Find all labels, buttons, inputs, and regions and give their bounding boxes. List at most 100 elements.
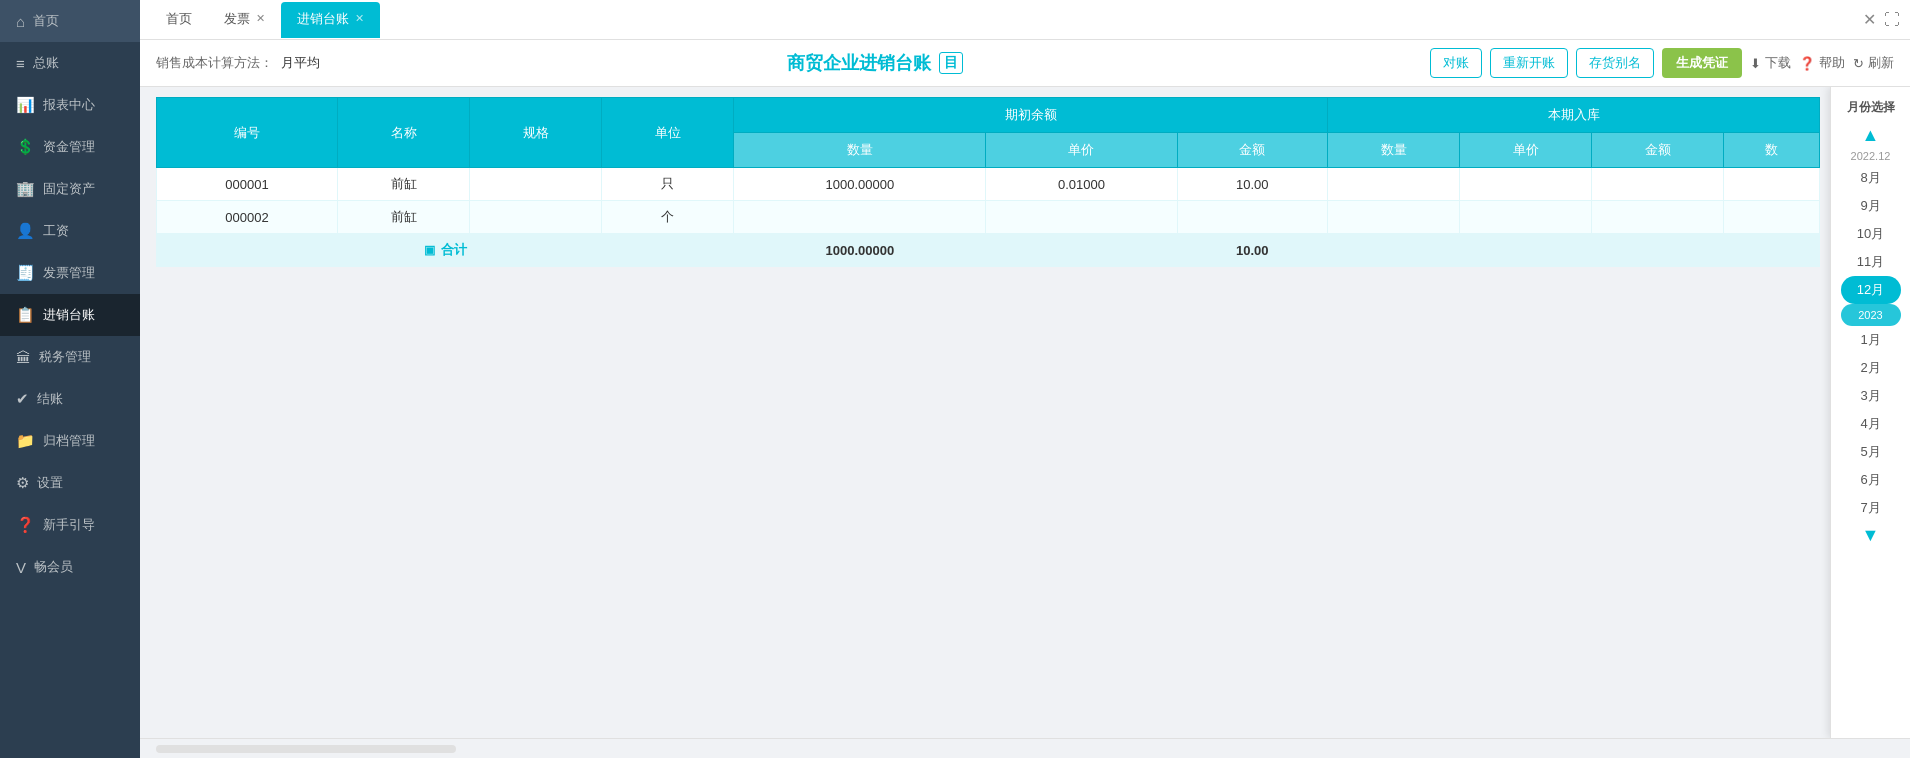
cell-benqi-amount [1592, 168, 1724, 201]
refresh-icon: ↻ [1853, 56, 1864, 71]
month-item-10[interactable]: 10月 [1841, 220, 1901, 248]
sidebar-item-label: 总账 [33, 54, 59, 72]
sub-col-benqi-price: 单价 [1460, 133, 1592, 168]
sidebar-item-closing[interactable]: ✔ 结账 [0, 378, 140, 420]
tab-purchase-sales-close[interactable]: ✕ [355, 12, 364, 25]
assets-icon: 🏢 [16, 180, 35, 198]
sidebar-item-fixed-assets[interactable]: 🏢 固定资产 [0, 168, 140, 210]
month-item-2023-2[interactable]: 2月 [1841, 354, 1901, 382]
horizontal-scrollbar[interactable] [156, 745, 456, 753]
cell-benqi-extra [1724, 201, 1820, 234]
month-picker-panel: 月份选择 ▲ 2022.12 8月 9月 10月 11月 12月 2023 1月… [1830, 87, 1910, 738]
help-button[interactable]: ❓ 帮助 [1799, 54, 1845, 72]
year-2022-label: 2022.12 [1851, 148, 1891, 164]
sub-col-benqi-amount: 金额 [1592, 133, 1724, 168]
month-item-9[interactable]: 9月 [1841, 192, 1901, 220]
month-item-11[interactable]: 11月 [1841, 248, 1901, 276]
tab-invoice-close[interactable]: ✕ [256, 12, 265, 25]
content-area: 销售成本计算方法： 月平均 商贸企业进销台账 目 对账 重新开账 存货别名 生成… [140, 40, 1910, 758]
sidebar-item-label: 进销台账 [43, 306, 95, 324]
total-label-text: 合计 [441, 241, 467, 259]
total-qichu-amount: 10.00 [1177, 234, 1328, 267]
sidebar-item-label: 工资 [43, 222, 69, 240]
shengcheng-pingzheng-button[interactable]: 生成凭证 [1662, 48, 1742, 78]
cunzhu-bieming-button[interactable]: 存货别名 [1576, 48, 1654, 78]
sidebar-item-tax-management[interactable]: 🏛 税务管理 [0, 336, 140, 378]
download-label: 下载 [1765, 54, 1791, 72]
window-controls: ✕ ⛶ [1863, 10, 1900, 29]
month-item-2023-4[interactable]: 4月 [1841, 410, 1901, 438]
chongxin-kaipiao-button[interactable]: 重新开账 [1490, 48, 1568, 78]
payroll-icon: 👤 [16, 222, 35, 240]
cell-benqi-amount [1592, 201, 1724, 234]
total-icon: ▣ [424, 243, 435, 257]
sidebar-item-label: 首页 [33, 12, 59, 30]
duizhang-button[interactable]: 对账 [1430, 48, 1482, 78]
cell-spec [470, 168, 602, 201]
toolbar: 销售成本计算方法： 月平均 商贸企业进销台账 目 对账 重新开账 存货别名 生成… [140, 40, 1910, 87]
cell-qichu-num: 1000.00000 [734, 168, 986, 201]
maximize-window-button[interactable]: ⛶ [1884, 11, 1900, 29]
sidebar-item-settings[interactable]: ⚙ 设置 [0, 462, 140, 504]
closing-icon: ✔ [16, 390, 29, 408]
vip-icon: V [16, 559, 26, 576]
download-icon: ⬇ [1750, 56, 1761, 71]
col-group-benqi: 本期入库 [1328, 98, 1820, 133]
tab-home-label: 首页 [166, 10, 192, 28]
month-item-2023-1[interactable]: 1月 [1841, 326, 1901, 354]
cell-qichu-price: 0.01000 [986, 168, 1177, 201]
cell-name: 前缸 [337, 201, 469, 234]
cell-qichu-price [986, 201, 1177, 234]
sidebar-item-label: 报表中心 [43, 96, 95, 114]
sidebar-item-vip-member[interactable]: V 畅会员 [0, 546, 140, 588]
month-item-2023-3[interactable]: 3月 [1841, 382, 1901, 410]
total-benqi-amount [1592, 234, 1724, 267]
cost-method-value: 月平均 [281, 54, 320, 72]
archive-icon: 📁 [16, 432, 35, 450]
bottom-bar [140, 738, 1910, 758]
total-row: ▣ 合计 1000.00000 10.00 [157, 234, 1820, 267]
guide-icon: ❓ [16, 516, 35, 534]
tab-purchase-sales[interactable]: 进销台账 ✕ [281, 2, 380, 38]
month-item-2023-6[interactable]: 6月 [1841, 466, 1901, 494]
year-2023-mark: 2023 [1841, 304, 1901, 326]
sidebar-item-newbie-guide[interactable]: ❓ 新手引导 [0, 504, 140, 546]
table-row: 000001 前缸 只 1000.00000 0.01000 10.00 [157, 168, 1820, 201]
month-item-12[interactable]: 12月 [1841, 276, 1901, 304]
sidebar-item-archive-management[interactable]: 📁 归档管理 [0, 420, 140, 462]
data-table: 编号 名称 规格 单位 期初余额 本期入库 数量 单价 金额 数量 [156, 97, 1820, 267]
cost-method-label: 销售成本计算方法： [156, 54, 273, 72]
main-area: 首页 发票 ✕ 进销台账 ✕ ✕ ⛶ 销售成本计算方法： 月平均 商贸企业进销台… [140, 0, 1910, 758]
sidebar-item-fund-management[interactable]: 💲 资金管理 [0, 126, 140, 168]
refresh-button[interactable]: ↻ 刷新 [1853, 54, 1894, 72]
download-button[interactable]: ⬇ 下载 [1750, 54, 1791, 72]
cell-benqi-extra [1724, 168, 1820, 201]
sidebar-item-report-center[interactable]: 📊 报表中心 [0, 84, 140, 126]
month-item-2023-7[interactable]: 7月 [1841, 494, 1901, 522]
page-title-icon[interactable]: 目 [939, 52, 963, 74]
sidebar-item-label: 结账 [37, 390, 63, 408]
sidebar-item-label: 资金管理 [43, 138, 95, 156]
sidebar-item-purchase-sales-ledger[interactable]: 📋 进销台账 [0, 294, 140, 336]
tax-icon: 🏛 [16, 349, 31, 366]
total-benqi-extra [1724, 234, 1820, 267]
month-item-8[interactable]: 8月 [1841, 164, 1901, 192]
col-header-spec: 规格 [470, 98, 602, 168]
sidebar-item-label: 归档管理 [43, 432, 95, 450]
month-item-2023-5[interactable]: 5月 [1841, 438, 1901, 466]
total-qichu-price [986, 234, 1177, 267]
sub-col-qichu-price: 单价 [986, 133, 1177, 168]
page-title: 商贸企业进销台账 目 [320, 51, 1430, 75]
tab-invoice[interactable]: 发票 ✕ [208, 2, 281, 38]
tab-purchase-sales-label: 进销台账 [297, 10, 349, 28]
month-picker-up-arrow[interactable]: ▲ [1858, 122, 1884, 148]
sidebar-item-payroll[interactable]: 👤 工资 [0, 210, 140, 252]
sidebar-item-home[interactable]: ⌂ 首页 [0, 0, 140, 42]
report-icon: 📊 [16, 96, 35, 114]
tab-home[interactable]: 首页 [150, 2, 208, 38]
sidebar-item-general-ledger[interactable]: ≡ 总账 [0, 42, 140, 84]
month-picker-down-arrow[interactable]: ▼ [1858, 522, 1884, 548]
cell-qichu-amount: 10.00 [1177, 168, 1328, 201]
close-window-button[interactable]: ✕ [1863, 10, 1876, 29]
sidebar-item-invoice-management[interactable]: 🧾 发票管理 [0, 252, 140, 294]
